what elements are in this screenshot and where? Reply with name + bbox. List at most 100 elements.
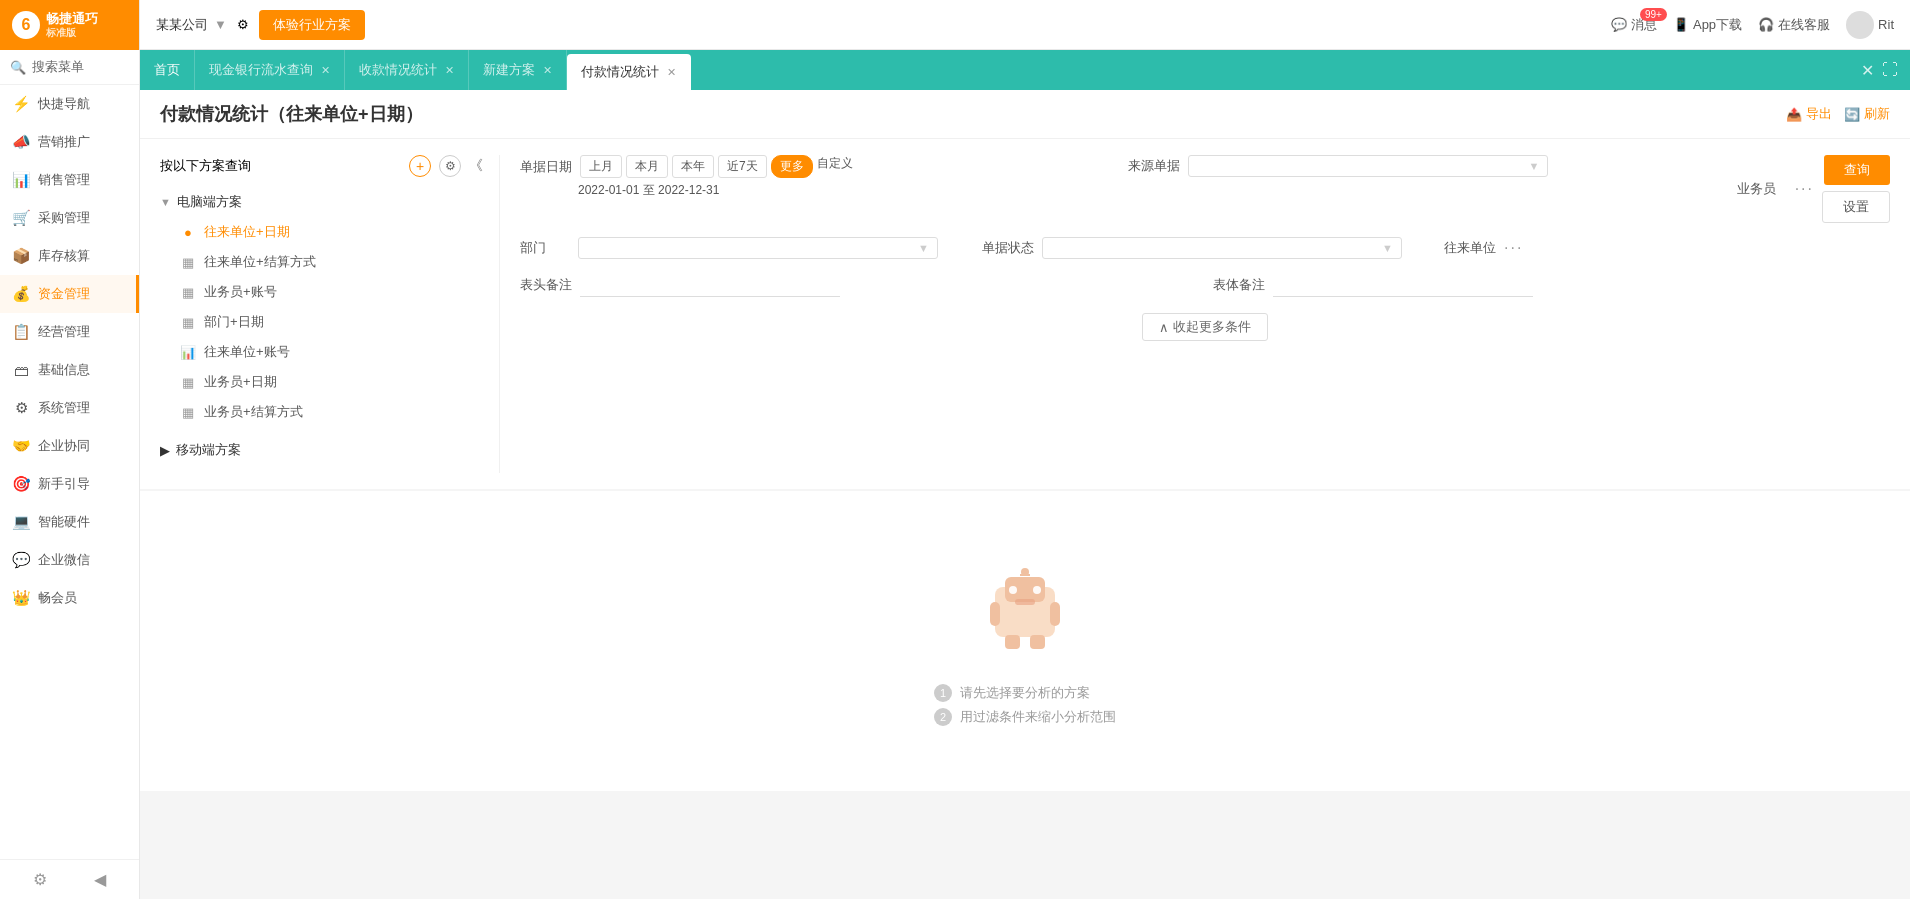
messages-item[interactable]: 💬 消息 99+ xyxy=(1611,16,1657,34)
scheme-item-staff-account[interactable]: ▦ 业务员+账号 xyxy=(160,277,483,307)
sidebar-item-quick-nav[interactable]: ⚡ 快捷导航 xyxy=(0,85,139,123)
sidebar-item-inventory[interactable]: 📦 库存核算 xyxy=(0,237,139,275)
date-btn-7days[interactable]: 近7天 xyxy=(718,155,767,178)
source-doc-dropdown-icon: ▼ xyxy=(1528,160,1539,172)
sidebar-item-basic[interactable]: 🗃 基础信息 xyxy=(0,351,139,389)
date-btn-this-month[interactable]: 本月 xyxy=(626,155,668,178)
tab-close-new[interactable]: ✕ xyxy=(543,64,552,77)
date-btn-this-year[interactable]: 本年 xyxy=(672,155,714,178)
tab-bar: 首页 现金银行流水查询 ✕ 收款情况统计 ✕ 新建方案 ✕ 付款情况统计 ✕ ✕… xyxy=(140,50,1910,90)
logo-icon: 6 xyxy=(12,11,40,39)
filter-panel: 按以下方案查询 + ⚙ 《 ▼ 电脑端方案 xyxy=(160,155,1890,473)
dropdown-icon: ▼ xyxy=(214,17,227,32)
sidebar-item-system[interactable]: ⚙ 系统管理 xyxy=(0,389,139,427)
dept-select[interactable]: ▼ xyxy=(578,237,938,259)
svg-point-10 xyxy=(1021,568,1029,576)
page-title: 付款情况统计（往来单位+日期） xyxy=(160,102,423,126)
sidebar-settings-icon[interactable]: ⚙ xyxy=(33,870,47,889)
mobile-group-title[interactable]: ▶ 移动端方案 xyxy=(160,435,483,465)
desktop-arrow-icon: ▼ xyxy=(160,196,171,208)
staff-more-btn[interactable]: ··· xyxy=(1795,180,1814,198)
date-range-btns: 上月 本月 本年 近7天 更多 自定义 xyxy=(580,155,853,178)
service-icon: 🎧 xyxy=(1758,17,1774,32)
tab-pay-stats[interactable]: 付款情况统计 ✕ xyxy=(567,54,691,90)
doc-status-label: 单据状态 xyxy=(982,239,1034,257)
collapse-scheme-button[interactable]: 《 xyxy=(469,157,483,175)
sidebar-item-marketing[interactable]: 📣 营销推广 xyxy=(0,123,139,161)
online-service-item[interactable]: 🎧 在线客服 xyxy=(1758,16,1830,34)
scheme-item-staff-date[interactable]: ▦ 业务员+日期 xyxy=(160,367,483,397)
scheme-item-unit-settle[interactable]: ▦ 往来单位+结算方式 xyxy=(160,247,483,277)
sidebar-item-finance[interactable]: 💰 资金管理 xyxy=(0,275,139,313)
page-header: 付款情况统计（往来单位+日期） 📤 导出 🔄 刷新 xyxy=(140,90,1910,139)
refresh-button[interactable]: 🔄 刷新 xyxy=(1844,105,1890,123)
staff-col: 业务员 ··· 查询 设置 xyxy=(1737,155,1890,223)
tab-expand-icon[interactable]: ⛶ xyxy=(1882,61,1898,79)
tab-home[interactable]: 首页 xyxy=(140,50,195,90)
main-area: 某某公司 ▼ ⚙ 体验行业方案 💬 消息 99+ 📱 App下载 🎧 在线客服 xyxy=(140,0,1910,899)
query-button[interactable]: 查询 xyxy=(1824,155,1890,185)
tab-new-scheme[interactable]: 新建方案 ✕ xyxy=(469,50,567,90)
dept-col: 部门 ▼ xyxy=(520,237,966,259)
search-menu[interactable]: 🔍 搜索菜单 xyxy=(0,50,139,85)
collapse-more-button[interactable]: ∧ 收起更多条件 xyxy=(1142,313,1268,341)
header-left: 某某公司 ▼ ⚙ 体验行业方案 xyxy=(156,10,365,40)
date-btn-last-month[interactable]: 上月 xyxy=(580,155,622,178)
header-right: 💬 消息 99+ 📱 App下载 🎧 在线客服 Rit xyxy=(1611,11,1894,39)
date-btn-more[interactable]: 更多 xyxy=(771,155,813,178)
body-note-input[interactable] xyxy=(1273,273,1533,297)
scheme-settings-button[interactable]: ⚙ xyxy=(439,155,461,177)
scheme-item-unit-date[interactable]: ● 往来单位+日期 xyxy=(160,217,483,247)
source-doc-select[interactable]: ▼ xyxy=(1188,155,1548,177)
collapse-bar: ∧ 收起更多条件 xyxy=(520,297,1890,341)
header-note-input[interactable] xyxy=(580,273,840,297)
date-custom[interactable]: 自定义 xyxy=(817,155,853,178)
scheme-item-label: 业务员+日期 xyxy=(204,373,277,391)
sidebar-item-label: 采购管理 xyxy=(38,209,90,227)
sidebar-item-wechat[interactable]: 💬 企业微信 xyxy=(0,541,139,579)
wechat-icon: 💬 xyxy=(12,551,30,569)
sidebar-item-enterprise[interactable]: 🤝 企业协同 xyxy=(0,427,139,465)
hardware-icon: 💻 xyxy=(12,513,30,531)
sidebar-item-newbie[interactable]: 🎯 新手引导 xyxy=(0,465,139,503)
desktop-group-label: 电脑端方案 xyxy=(177,193,242,211)
add-scheme-button[interactable]: + xyxy=(409,155,431,177)
system-icon: ⚙ xyxy=(12,399,30,417)
staff-label: 业务员 xyxy=(1737,180,1787,198)
sidebar-item-sales[interactable]: 📊 销售管理 xyxy=(0,161,139,199)
sidebar-item-purchase[interactable]: 🛒 采购管理 xyxy=(0,199,139,237)
sidebar-item-label: 库存核算 xyxy=(38,247,90,265)
desktop-group-title[interactable]: ▼ 电脑端方案 xyxy=(160,187,483,217)
sidebar-collapse-icon[interactable]: ◀ xyxy=(94,870,106,889)
tab-bank-flow[interactable]: 现金银行流水查询 ✕ xyxy=(195,50,345,90)
sidebar-item-operations[interactable]: 📋 经营管理 xyxy=(0,313,139,351)
tab-close-payment[interactable]: ✕ xyxy=(445,64,454,77)
settings-button[interactable]: 设置 xyxy=(1822,191,1890,223)
header-note-label: 表头备注 xyxy=(520,276,572,294)
tab-bar-end: ✕ ⛶ xyxy=(1849,50,1910,90)
filter-section-title: 按以下方案查询 + ⚙ 《 xyxy=(160,155,483,177)
scheme-item-label: 部门+日期 xyxy=(204,313,264,331)
scheme-item-unit-account[interactable]: 📊 往来单位+账号 xyxy=(160,337,483,367)
sidebar-item-label: 销售管理 xyxy=(38,171,90,189)
company-selector[interactable]: 某某公司 ▼ xyxy=(156,16,227,34)
doc-status-select[interactable]: ▼ xyxy=(1042,237,1402,259)
sidebar-item-member[interactable]: 👑 畅会员 xyxy=(0,579,139,617)
tab-close-all-icon[interactable]: ✕ xyxy=(1861,61,1874,80)
sidebar-item-label: 营销推广 xyxy=(38,133,90,151)
export-button[interactable]: 📤 导出 xyxy=(1786,105,1832,123)
doc-date-col: 单据日期 上月 本月 本年 近7天 更多 自定义 xyxy=(520,155,1112,199)
header-settings-icon[interactable]: ⚙ xyxy=(237,17,249,32)
hint-text-1: 请先选择要分析的方案 xyxy=(960,684,1090,702)
scheme-item-dept-date[interactable]: ▦ 部门+日期 xyxy=(160,307,483,337)
user-item[interactable]: Rit xyxy=(1846,11,1894,39)
by-scheme-label: 按以下方案查询 xyxy=(160,157,251,175)
tab-close-bank[interactable]: ✕ xyxy=(321,64,330,77)
related-unit-more-btn[interactable]: ··· xyxy=(1504,239,1523,257)
app-download-item[interactable]: 📱 App下载 xyxy=(1673,16,1742,34)
sidebar-item-hardware[interactable]: 💻 智能硬件 xyxy=(0,503,139,541)
tab-close-pay[interactable]: ✕ xyxy=(667,66,676,79)
tab-payment-stats[interactable]: 收款情况统计 ✕ xyxy=(345,50,469,90)
scheme-item-staff-settle[interactable]: ▦ 业务员+结算方式 xyxy=(160,397,483,427)
trial-button[interactable]: 体验行业方案 xyxy=(259,10,365,40)
